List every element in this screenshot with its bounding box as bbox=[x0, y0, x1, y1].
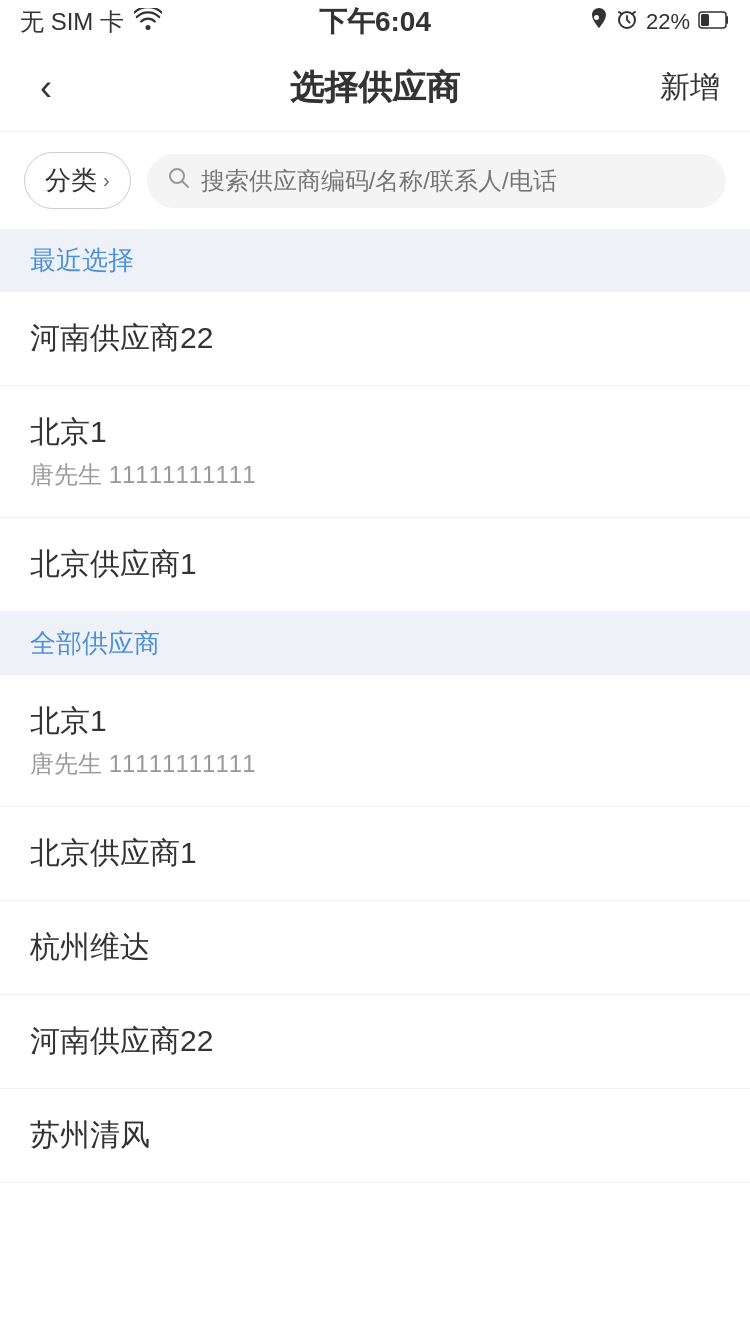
item-name: 河南供应商22 bbox=[30, 318, 720, 359]
all-list: 北京1 唐先生 11111111111 北京供应商1 杭州维达 河南供应商22 … bbox=[0, 675, 750, 1183]
list-item[interactable]: 北京供应商1 bbox=[0, 518, 750, 612]
item-name: 河南供应商22 bbox=[30, 1021, 720, 1062]
item-name: 北京供应商1 bbox=[30, 833, 720, 874]
status-left: 无 SIM 卡 bbox=[20, 6, 162, 38]
nav-bar: ‹ 选择供应商 新增 bbox=[0, 44, 750, 132]
list-item[interactable]: 杭州维达 bbox=[0, 901, 750, 995]
list-item[interactable]: 河南供应商22 bbox=[0, 292, 750, 386]
sim-text: 无 SIM 卡 bbox=[20, 6, 124, 38]
list-item[interactable]: 北京1 唐先生 11111111111 bbox=[0, 386, 750, 518]
search-box[interactable] bbox=[147, 154, 726, 208]
search-input[interactable] bbox=[201, 167, 706, 195]
category-button[interactable]: 分类 › bbox=[24, 152, 131, 209]
page-title: 选择供应商 bbox=[290, 65, 460, 111]
list-item[interactable]: 苏州清风 bbox=[0, 1089, 750, 1183]
list-item[interactable]: 北京供应商1 bbox=[0, 807, 750, 901]
filter-bar: 分类 › bbox=[0, 132, 750, 229]
alarm-icon bbox=[616, 8, 638, 36]
item-name: 北京1 bbox=[30, 412, 720, 453]
battery-text: 22% bbox=[646, 9, 690, 35]
all-section-label: 全部供应商 bbox=[30, 628, 160, 658]
item-sub: 唐先生 11111111111 bbox=[30, 459, 720, 491]
status-bar: 无 SIM 卡 下午6:04 22% bbox=[0, 0, 750, 44]
chevron-right-icon: › bbox=[103, 169, 110, 192]
item-name: 苏州清风 bbox=[30, 1115, 720, 1156]
recent-section-label: 最近选择 bbox=[30, 245, 134, 275]
battery-icon bbox=[698, 9, 730, 35]
list-item[interactable]: 河南供应商22 bbox=[0, 995, 750, 1089]
search-icon bbox=[167, 166, 191, 196]
status-time: 下午6:04 bbox=[319, 3, 431, 41]
item-name: 杭州维达 bbox=[30, 927, 720, 968]
item-name: 北京供应商1 bbox=[30, 544, 720, 585]
svg-rect-2 bbox=[701, 14, 709, 26]
wifi-icon bbox=[134, 8, 162, 36]
add-button[interactable]: 新增 bbox=[660, 67, 720, 108]
recent-list: 河南供应商22 北京1 唐先生 11111111111 北京供应商1 bbox=[0, 292, 750, 612]
category-label: 分类 bbox=[45, 163, 97, 198]
item-sub: 唐先生 11111111111 bbox=[30, 748, 720, 780]
location-icon bbox=[590, 8, 608, 36]
recent-section-header: 最近选择 bbox=[0, 229, 750, 292]
all-section-header: 全部供应商 bbox=[0, 612, 750, 675]
back-button[interactable]: ‹ bbox=[30, 57, 62, 119]
status-right: 22% bbox=[590, 8, 730, 36]
item-name: 北京1 bbox=[30, 701, 720, 742]
list-item[interactable]: 北京1 唐先生 11111111111 bbox=[0, 675, 750, 807]
